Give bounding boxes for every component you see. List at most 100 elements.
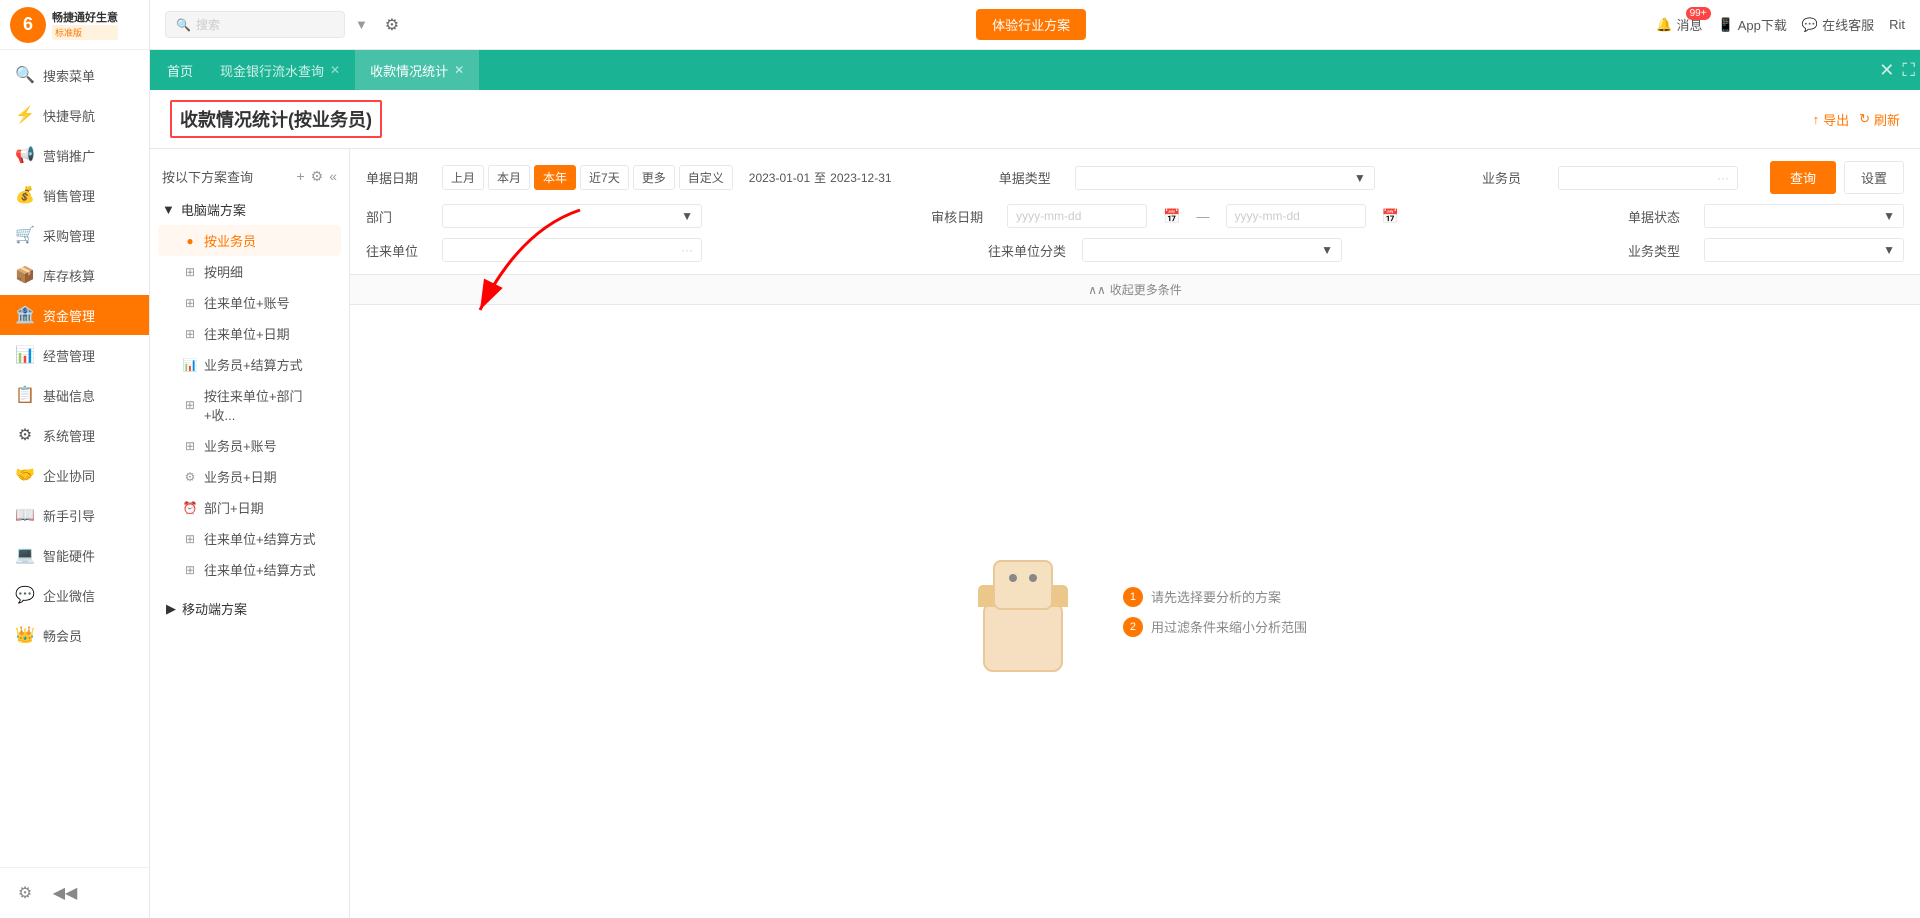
topbar-gear-icon[interactable]: ⚙: [378, 11, 406, 39]
date-btn-last-month[interactable]: 上月: [442, 165, 484, 190]
topbar-search-box[interactable]: 🔍 搜索: [165, 11, 345, 38]
panel-settings-icon[interactable]: ⚙: [311, 168, 324, 185]
refresh-btn[interactable]: ↻ 刷新: [1859, 110, 1900, 129]
sidebar-item-finance[interactable]: 🏦 资金管理: [0, 295, 149, 335]
message-badge: 99+: [1686, 7, 1711, 20]
scheme-item-by-salesperson[interactable]: ● 按业务员: [158, 225, 341, 256]
user-name[interactable]: Rit: [1889, 17, 1905, 32]
export-btn[interactable]: ↑ 导出: [1813, 110, 1850, 129]
scheme-item-unit-account[interactable]: ⊞ 往来单位+账号: [158, 287, 341, 318]
logo-icon: 6: [10, 7, 46, 43]
topbar-dropdown-arrow[interactable]: ▼: [355, 17, 368, 32]
desktop-group-title[interactable]: ▼ 电脑端方案: [158, 194, 341, 225]
app-download-btn[interactable]: 📱 App下载: [1718, 15, 1787, 34]
collapse-btn[interactable]: ◀◀: [50, 878, 80, 908]
desktop-group-arrow: ▼: [162, 202, 175, 217]
settings-bottom-btn[interactable]: ⚙: [10, 878, 40, 908]
sidebar-item-label: 企业微信: [43, 586, 95, 605]
sidebar-item-hardware[interactable]: 💻 智能硬件: [0, 535, 149, 575]
dept-dropdown-icon: ▼: [681, 209, 693, 223]
business-type-select[interactable]: ▼: [1704, 238, 1904, 262]
sidebar-item-sales[interactable]: 💰 销售管理: [0, 175, 149, 215]
sidebar-item-search[interactable]: 🔍 搜索菜单: [0, 55, 149, 95]
dept-select[interactable]: ▼: [442, 204, 702, 228]
sidebar-item-marketing[interactable]: 📢 营销推广: [0, 135, 149, 175]
sidebar-item-wechat[interactable]: 💬 企业微信: [0, 575, 149, 615]
mobile-scheme-group: ▶ 移动端方案: [150, 593, 349, 624]
message-bell-icon: 🔔: [1656, 17, 1672, 33]
collapse-bar[interactable]: ∧∧ 收起更多条件: [350, 275, 1920, 305]
mobile-group-title[interactable]: ▶ 移动端方案: [158, 593, 341, 624]
counterpart-select[interactable]: ···: [442, 238, 702, 262]
audit-date-to[interactable]: yyyy-mm-dd: [1226, 204, 1366, 228]
sidebar-item-guide[interactable]: 📖 新手引导: [0, 495, 149, 535]
doc-type-select[interactable]: ▼: [1075, 166, 1375, 190]
sidebar-item-member[interactable]: 👑 畅会员: [0, 615, 149, 655]
tab-bank-flow-close[interactable]: ✕: [330, 63, 340, 77]
salesperson-more-icon: ···: [1717, 171, 1729, 185]
sidebar-item-quick-nav[interactable]: ⚡ 快捷导航: [0, 95, 149, 135]
scheme-item-unit-settle2[interactable]: ⊞ 往来单位+结算方式: [158, 554, 341, 585]
robot-eye-left: [1009, 574, 1017, 582]
tab-collection-stats-close[interactable]: ✕: [454, 63, 464, 77]
salesperson-select[interactable]: ···: [1558, 166, 1738, 190]
date-btn-this-month[interactable]: 本月: [488, 165, 530, 190]
sidebar-item-enterprise[interactable]: 🤝 企业协同: [0, 455, 149, 495]
sidebar-nav: 🔍 搜索菜单 ⚡ 快捷导航 📢 营销推广 💰 销售管理 🛒 采购管理 📦 库存核…: [0, 50, 149, 867]
scheme-item-salesperson-settle[interactable]: 📊 业务员+结算方式: [158, 349, 341, 380]
filter-action-btns: 查询 设置: [1770, 161, 1904, 194]
doc-status-select[interactable]: ▼: [1704, 204, 1904, 228]
unit-date-icon: ⊞: [182, 326, 198, 342]
export-label: 导出: [1823, 110, 1849, 129]
tab-home[interactable]: 首页: [155, 50, 205, 90]
sidebar-item-basic-info[interactable]: 📋 基础信息: [0, 375, 149, 415]
panel-collapse-icon[interactable]: «: [329, 168, 337, 185]
online-service-btn[interactable]: 💬 在线客服: [1802, 15, 1874, 34]
scheme-item-by-detail[interactable]: ⊞ 按明细: [158, 256, 341, 287]
app-icon: 📱: [1718, 17, 1734, 33]
operations-icon: 📊: [15, 345, 35, 365]
sidebar-item-inventory[interactable]: 📦 库存核算: [0, 255, 149, 295]
tab-collection-stats[interactable]: 收款情况统计 ✕: [355, 50, 479, 90]
audit-calendar-icon-1[interactable]: 📅: [1163, 208, 1180, 225]
panel-add-icon[interactable]: +: [296, 168, 304, 185]
window-maximize-btn[interactable]: ⛶: [1902, 60, 1915, 81]
counterpart-category-select[interactable]: ▼: [1082, 238, 1342, 262]
page-title: 收款情况统计(按业务员): [170, 100, 382, 138]
query-btn[interactable]: 查询: [1770, 161, 1836, 194]
window-close-btn[interactable]: ✕: [1879, 60, 1894, 81]
date-range: 2023-01-01 至 2023-12-31: [749, 169, 892, 186]
message-btn[interactable]: 🔔 消息 99+: [1656, 15, 1702, 34]
scheme-item-unit-date[interactable]: ⊞ 往来单位+日期: [158, 318, 341, 349]
scheme-item-unit-dept-collect[interactable]: ⊞ 按往来单位+部门+收...: [158, 380, 341, 430]
tab-bank-flow[interactable]: 现金银行流水查询 ✕: [205, 50, 355, 90]
panel-header: 按以下方案查询 + ⚙ «: [150, 159, 349, 194]
sidebar-bottom: ⚙ ◀◀: [0, 867, 149, 918]
scheme-item-label: 往来单位+日期: [204, 324, 290, 343]
detail-item-icon: ⊞: [182, 264, 198, 280]
date-btn-this-year[interactable]: 本年: [534, 165, 576, 190]
sidebar-item-system[interactable]: ⚙ 系统管理: [0, 415, 149, 455]
salesperson-account-icon: ⊞: [182, 438, 198, 454]
date-btn-custom[interactable]: 自定义: [679, 165, 733, 190]
settings-btn[interactable]: 设置: [1844, 161, 1904, 194]
sidebar-item-purchase[interactable]: 🛒 采购管理: [0, 215, 149, 255]
scheme-item-label: 按业务员: [204, 231, 256, 250]
scheme-item-salesperson-date[interactable]: ⚙ 业务员+日期: [158, 461, 341, 492]
date-btn-7days[interactable]: 近7天: [580, 165, 629, 190]
sidebar-item-operations[interactable]: 📊 经营管理: [0, 335, 149, 375]
audit-date-label: 审核日期: [931, 207, 991, 226]
scheme-item-dept-date[interactable]: ⏰ 部门+日期: [158, 492, 341, 523]
sidebar-item-label: 营销推广: [43, 146, 95, 165]
topbar-right: 🔔 消息 99+ 📱 App下载 💬 在线客服 Rit: [1656, 15, 1905, 34]
scheme-item-salesperson-account[interactable]: ⊞ 业务员+账号: [158, 430, 341, 461]
robot-face: [993, 560, 1053, 610]
scheme-item-unit-settle1[interactable]: ⊞ 往来单位+结算方式: [158, 523, 341, 554]
topbar-left: 🔍 搜索 ▼ ⚙: [165, 11, 406, 39]
date-btn-more[interactable]: 更多: [633, 165, 675, 190]
audit-date-from[interactable]: yyyy-mm-dd: [1007, 204, 1147, 228]
trial-btn[interactable]: 体验行业方案: [976, 9, 1086, 40]
refresh-icon: ↻: [1859, 111, 1870, 127]
audit-calendar-icon-2[interactable]: 📅: [1382, 208, 1399, 225]
tab-bank-flow-label: 现金银行流水查询: [220, 61, 324, 80]
